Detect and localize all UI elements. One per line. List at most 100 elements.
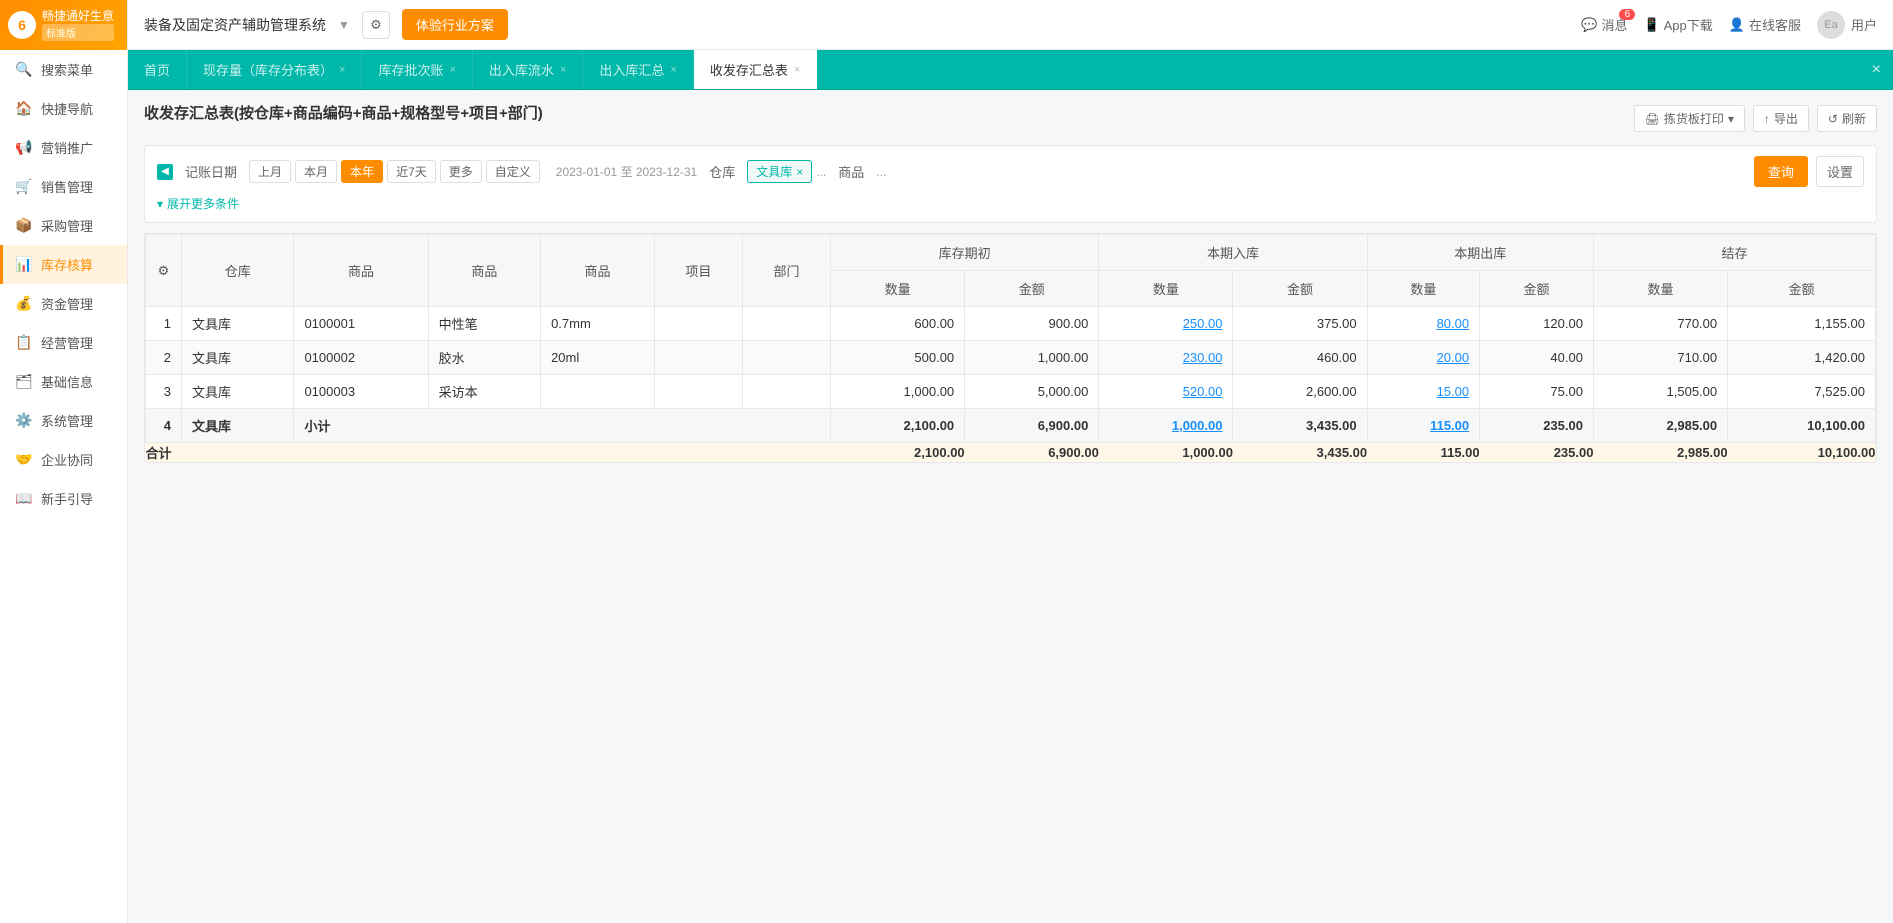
date-btn-上月[interactable]: 上月 bbox=[249, 160, 291, 183]
th-in-qty: 数量 bbox=[1099, 271, 1233, 307]
sidebar-item-finance[interactable]: 💰 资金管理 bbox=[0, 284, 127, 323]
query-button[interactable]: 查询 bbox=[1754, 156, 1808, 187]
sidebar-item-operations[interactable]: 📋 经营管理 bbox=[0, 323, 127, 362]
sidebar-icon-inventory: 📊 bbox=[15, 256, 33, 273]
system-dropdown-icon[interactable]: ▼ bbox=[338, 18, 350, 32]
th-name: 商品 bbox=[428, 235, 540, 307]
subtotal-in-qty[interactable]: 1,000.00 bbox=[1099, 409, 1233, 443]
sidebar-item-marketing[interactable]: 📢 营销推广 bbox=[0, 128, 127, 167]
tab-in_out_flow[interactable]: 出入库流水× bbox=[473, 50, 583, 90]
sidebar-label-quick_nav: 快捷导航 bbox=[41, 99, 93, 118]
table-settings-col[interactable]: ⚙ bbox=[146, 235, 182, 307]
online-service-btn[interactable]: 👤 在线客服 bbox=[1729, 15, 1801, 34]
date-range-text: 2023-01-01 至 2023-12-31 bbox=[556, 163, 697, 180]
cell-out-amt: 40.00 bbox=[1480, 341, 1594, 375]
sidebar-label-operations: 经营管理 bbox=[41, 333, 93, 352]
user-area[interactable]: Ea 用户 bbox=[1817, 11, 1877, 39]
refresh-button[interactable]: ↺ 刷新 bbox=[1817, 105, 1877, 132]
subtotal-init-amt: 6,900.00 bbox=[965, 409, 1099, 443]
cell-in-qty[interactable]: 230.00 bbox=[1099, 341, 1233, 375]
sidebar-label-basic_info: 基础信息 bbox=[41, 372, 93, 391]
tab-close-batch_ledger[interactable]: × bbox=[449, 64, 455, 76]
tab-label-in_out_summary: 出入库汇总 bbox=[599, 60, 664, 79]
tab-close-in_out_flow[interactable]: × bbox=[560, 64, 566, 76]
subtotal-out-qty[interactable]: 115.00 bbox=[1367, 409, 1480, 443]
date-btn-本月[interactable]: 本月 bbox=[295, 160, 337, 183]
cell-out-qty[interactable]: 80.00 bbox=[1367, 307, 1480, 341]
cell-in-qty[interactable]: 520.00 bbox=[1099, 375, 1233, 409]
app-name: 畅捷通好生意 bbox=[42, 9, 114, 25]
goods-more[interactable]: ... bbox=[876, 165, 886, 179]
tab-close-recv_send_summary[interactable]: × bbox=[794, 64, 800, 76]
sidebar-item-purchase[interactable]: 📦 采购管理 bbox=[0, 206, 127, 245]
export-button[interactable]: ↑ 导出 bbox=[1753, 105, 1809, 132]
table-row: 2 文具库 0100002 胶水 20ml 500.00 1,000.00 23… bbox=[146, 341, 1876, 375]
filter-setting-button[interactable]: 设置 bbox=[1816, 156, 1864, 187]
cell-project bbox=[654, 307, 742, 341]
date-btn-更多[interactable]: 更多 bbox=[440, 160, 482, 183]
cell-project bbox=[654, 341, 742, 375]
cell-name: 中性笔 bbox=[428, 307, 540, 341]
tab-in_out_summary[interactable]: 出入库汇总 × bbox=[583, 50, 693, 90]
trial-button[interactable]: 体验行业方案 bbox=[402, 9, 508, 40]
cell-bal-amt: 1,155.00 bbox=[1728, 307, 1876, 341]
sidebar-item-basic_info[interactable]: 🗂 基础信息 bbox=[0, 362, 127, 401]
cell-bal-qty: 770.00 bbox=[1593, 307, 1727, 341]
cell-out-qty[interactable]: 15.00 bbox=[1367, 375, 1480, 409]
chevron-down-icon-2: ▾ bbox=[157, 197, 163, 211]
filter-collapse-btn[interactable]: ◀ bbox=[157, 164, 173, 180]
sidebar-item-quick_nav[interactable]: 🏠 快捷导航 bbox=[0, 89, 127, 128]
th-code: 商品 bbox=[294, 235, 428, 307]
warehouse-filter: 文具库 × ... bbox=[747, 160, 826, 183]
sidebar-item-search[interactable]: 🔍 搜索菜单 bbox=[0, 50, 127, 89]
date-btn-近7天[interactable]: 近7天 bbox=[387, 160, 436, 183]
subtotal-out-amt: 235.00 bbox=[1480, 409, 1594, 443]
sidebar-label-marketing: 营销推广 bbox=[41, 138, 93, 157]
tab-close-in_out_summary[interactable]: × bbox=[670, 64, 676, 76]
sidebar-item-enterprise[interactable]: 🤝 企业协同 bbox=[0, 440, 127, 479]
sidebar-label-finance: 资金管理 bbox=[41, 294, 93, 313]
subtotal-bal-amt: 10,100.00 bbox=[1728, 409, 1876, 443]
sidebar-icon-system: ⚙️ bbox=[15, 412, 33, 429]
sidebar-item-system[interactable]: ⚙️ 系统管理 bbox=[0, 401, 127, 440]
warehouse-more[interactable]: ... bbox=[816, 165, 826, 179]
sidebar-menu: 🔍 搜索菜单 🏠 快捷导航 📢 营销推广 🛒 销售管理 📦 采购管理 📊 库存核… bbox=[0, 50, 127, 923]
date-btn-本年[interactable]: 本年 bbox=[341, 160, 383, 183]
filter-row-main: ◀ 记账日期 上月本月本年近7天更多自定义 2023-01-01 至 2023-… bbox=[157, 156, 1864, 187]
cell-in-amt: 460.00 bbox=[1233, 341, 1367, 375]
total-row: 合计 2,100.00 6,900.00 1,000.00 3,435.00 1… bbox=[146, 443, 1876, 463]
sidebar-label-inventory: 库存核算 bbox=[41, 255, 93, 274]
main-area: 装备及固定资产辅助管理系统 ▼ ⚙ 体验行业方案 💬 消息 6 📱 App下载 … bbox=[128, 0, 1893, 923]
data-table: ⚙ 仓库 商品 商品 商品 项目 部门 库存期初 本期入库 本期出库 结存 数量 bbox=[145, 234, 1876, 462]
tab-home[interactable]: 首页 bbox=[128, 50, 187, 90]
print-button[interactable]: 🖨 拣货板打印 ▾ bbox=[1634, 105, 1745, 132]
cell-init-amt: 5,000.00 bbox=[965, 375, 1099, 409]
sidebar-item-guide[interactable]: 📖 新手引导 bbox=[0, 479, 127, 518]
sidebar-item-inventory[interactable]: 📊 库存核算 bbox=[0, 245, 127, 284]
sidebar-item-sales[interactable]: 🛒 销售管理 bbox=[0, 167, 127, 206]
cell-in-qty[interactable]: 250.00 bbox=[1099, 307, 1233, 341]
subtotal-row: 4 文具库 小计 2,100.00 6,900.00 1,000.00 3,43… bbox=[146, 409, 1876, 443]
warehouse-tag-close[interactable]: × bbox=[796, 165, 803, 179]
tabs-close-all-btn[interactable]: × bbox=[1860, 61, 1893, 79]
cell-init-qty: 600.00 bbox=[831, 307, 965, 341]
tab-inventory_dist[interactable]: 现存量（库存分布表）× bbox=[187, 50, 362, 90]
settings-button[interactable]: ⚙ bbox=[362, 11, 390, 39]
cell-warehouse: 文具库 bbox=[182, 375, 294, 409]
sidebar-icon-finance: 💰 bbox=[15, 295, 33, 312]
expand-conditions-btn[interactable]: ▾ 展开更多条件 bbox=[157, 195, 1864, 212]
tab-label-recv_send_summary: 收发存汇总表 bbox=[710, 60, 788, 79]
notification-button[interactable]: 💬 消息 6 bbox=[1581, 15, 1627, 34]
tab-close-inventory_dist[interactable]: × bbox=[339, 64, 345, 76]
total-out-amt: 235.00 bbox=[1480, 443, 1594, 463]
data-table-wrap: ⚙ 仓库 商品 商品 商品 项目 部门 库存期初 本期入库 本期出库 结存 数量 bbox=[144, 233, 1877, 463]
th-out-amt: 金额 bbox=[1480, 271, 1594, 307]
total-init-amt: 6,900.00 bbox=[965, 443, 1099, 463]
cell-name: 采访本 bbox=[428, 375, 540, 409]
tab-batch_ledger[interactable]: 库存批次账× bbox=[362, 50, 472, 90]
date-btn-自定义[interactable]: 自定义 bbox=[486, 160, 540, 183]
refresh-icon: ↺ bbox=[1828, 112, 1838, 126]
cell-out-qty[interactable]: 20.00 bbox=[1367, 341, 1480, 375]
app-download-btn[interactable]: 📱 App下载 bbox=[1643, 15, 1712, 34]
tab-recv_send_summary[interactable]: 收发存汇总表 × bbox=[694, 50, 817, 90]
